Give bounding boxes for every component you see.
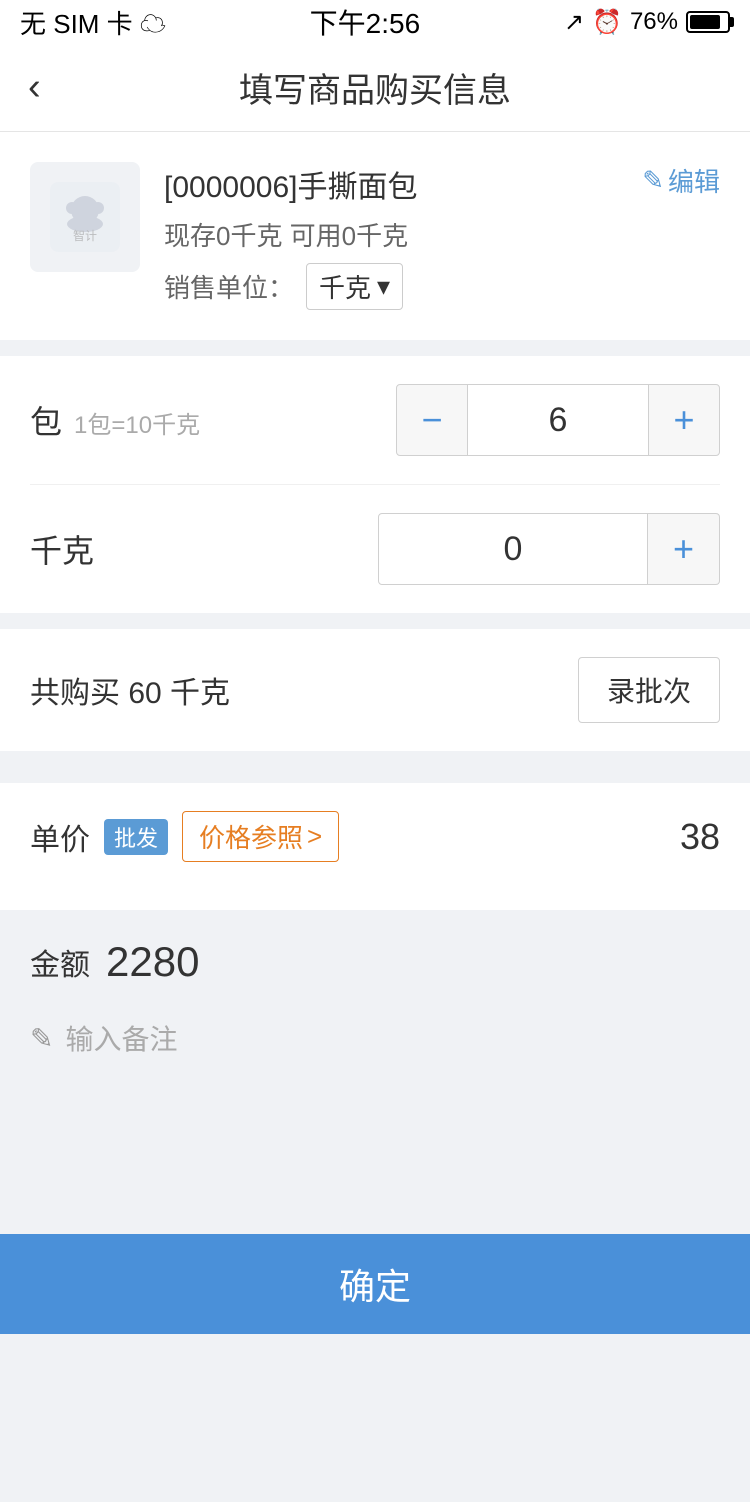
- kg-label: 千克: [30, 526, 94, 572]
- bag-decrement-button[interactable]: −: [396, 384, 468, 456]
- amount-row: 金额 2280: [30, 938, 720, 986]
- product-info: [0000006]手撕面包 ✎ 编辑 现存0千克 可用0千克 销售单位： 千克 …: [164, 162, 720, 310]
- price-label-wrap: 单价 批发 价格参照 >: [30, 811, 339, 862]
- bag-hint: 1包=10千克: [74, 405, 200, 440]
- unit-dropdown[interactable]: 千克 ▾: [306, 263, 403, 310]
- note-icon: ✎: [30, 1022, 53, 1055]
- price-label: 单价: [30, 815, 90, 859]
- price-section: 单价 批发 价格参照 > 38: [0, 783, 750, 910]
- unit-value: 千克: [319, 268, 371, 305]
- edit-icon: ✎: [642, 165, 664, 196]
- qty-label-bag: 包 1包=10千克: [30, 397, 200, 443]
- product-name-row: [0000006]手撕面包 ✎ 编辑: [164, 162, 720, 206]
- status-time: 下午2:56: [310, 2, 421, 42]
- battery-text: 76%: [630, 8, 678, 36]
- price-value: 38: [680, 816, 720, 858]
- product-unit-row: 销售单位： 千克 ▾: [164, 263, 720, 310]
- svg-text:智计: 智计: [73, 228, 97, 243]
- status-right: ↗ ⏰ 76%: [564, 8, 730, 37]
- note-row[interactable]: ✎ 输入备注: [30, 1002, 720, 1074]
- price-ref-icon: >: [307, 821, 322, 852]
- confirm-button[interactable]: 确定: [0, 1234, 750, 1334]
- quantities-section: 包 1包=10千克 − + 千克 +: [0, 356, 750, 613]
- total-text: 共购买 60 千克: [30, 668, 230, 712]
- edit-label: 编辑: [668, 162, 720, 199]
- product-image: 智计: [30, 162, 140, 272]
- qty-label-kg: 千克: [30, 526, 94, 572]
- divider: [0, 767, 750, 783]
- qty-controls-bag: − +: [396, 384, 720, 456]
- product-stock: 现存0千克 可用0千克: [164, 216, 720, 253]
- price-ref-label: 价格参照: [199, 818, 303, 855]
- edit-button[interactable]: ✎ 编辑: [642, 162, 720, 199]
- note-placeholder: 输入备注: [65, 1018, 177, 1058]
- status-bar: 无 SIM 卡 ☁ 下午2:56 ↗ ⏰ 76%: [0, 0, 750, 44]
- price-row: 单价 批发 价格参照 > 38: [30, 811, 720, 862]
- price-badge: 批发: [104, 819, 168, 855]
- amount-label: 金额: [30, 940, 90, 984]
- amount-value: 2280: [106, 938, 199, 986]
- quantity-row-bag: 包 1包=10千克 − +: [30, 356, 720, 485]
- total-section: 共购买 60 千克 录批次: [0, 629, 750, 751]
- bag-label: 包: [30, 397, 62, 443]
- batch-button[interactable]: 录批次: [578, 657, 720, 723]
- bag-increment-button[interactable]: +: [648, 384, 720, 456]
- carrier-text: 无 SIM 卡 ☁: [20, 4, 166, 41]
- location-icon: ↗: [564, 8, 584, 37]
- unit-label: 销售单位：: [164, 268, 294, 305]
- amount-section: 金额 2280 ✎ 输入备注: [0, 910, 750, 1102]
- product-card: 智计 [0000006]手撕面包 ✎ 编辑 现存0千克 可用0千克 销售单位： …: [0, 132, 750, 340]
- nav-bar: ‹ 填写商品购买信息: [0, 44, 750, 132]
- product-name: [0000006]手撕面包: [164, 162, 417, 206]
- back-icon: ‹: [28, 66, 41, 108]
- kg-quantity-input[interactable]: [378, 513, 648, 585]
- back-button[interactable]: ‹: [28, 66, 41, 109]
- qty-controls-kg: +: [378, 513, 720, 585]
- battery-icon: [686, 11, 730, 33]
- status-left: 无 SIM 卡 ☁: [20, 4, 166, 41]
- alarm-icon: ⏰: [592, 8, 622, 37]
- kg-increment-button[interactable]: +: [648, 513, 720, 585]
- product-logo: 智计: [50, 182, 120, 252]
- price-ref-button[interactable]: 价格参照 >: [182, 811, 339, 862]
- dropdown-arrow-icon: ▾: [377, 271, 390, 302]
- quantity-row-kg: 千克 +: [30, 485, 720, 613]
- page-title: 填写商品购买信息: [239, 63, 511, 112]
- bag-quantity-input[interactable]: [468, 384, 648, 456]
